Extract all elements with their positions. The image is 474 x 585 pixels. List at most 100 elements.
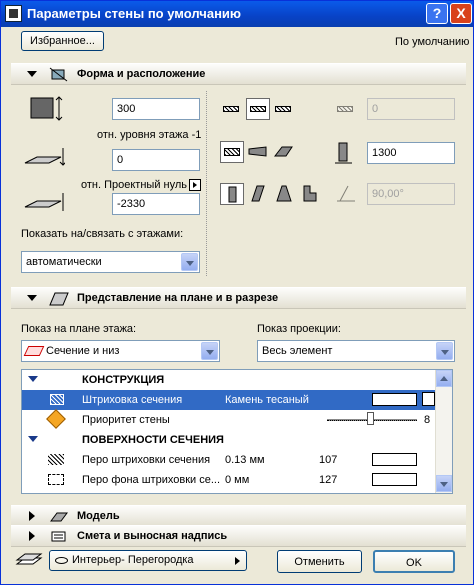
section-title-listing: Смета и выносная надпись (77, 530, 228, 542)
cancel-button[interactable]: Отменить (277, 550, 362, 573)
layers-icon (15, 550, 43, 573)
floor-plan-display-select[interactable]: Сечение и низ (21, 340, 220, 362)
row-pen-number: 127 (319, 474, 338, 486)
wall-double-slanted-icon[interactable] (272, 183, 296, 205)
dropdown-arrow-icon[interactable] (436, 342, 453, 360)
row-name: Приоритет стены (82, 414, 170, 426)
fill-picker-button[interactable] (422, 392, 435, 406)
show-projection-select[interactable]: Весь элемент (257, 340, 455, 362)
expand-triangle-icon[interactable] (29, 531, 35, 541)
elevation-icon (23, 191, 65, 216)
window-title: Параметры стены по умолчанию (27, 6, 242, 21)
slant-angle-input[interactable]: 90,00° (367, 183, 455, 205)
wall-slanted-icon[interactable] (246, 183, 270, 205)
section-title-form: Форма и расположение (77, 68, 206, 80)
section-title-model: Модель (77, 510, 120, 522)
wall-trapezoid-icon[interactable] (246, 141, 270, 163)
dropdown-arrow-icon[interactable] (181, 253, 198, 271)
reference-line-outside-icon[interactable] (220, 98, 244, 120)
floor-plan-display-label: Показ на плане этажа: (21, 323, 137, 335)
eye-icon (55, 557, 68, 564)
wall-height-input[interactable]: 300 (112, 98, 200, 120)
floor-plan-display-value: Сечение и низ (46, 345, 120, 357)
collapse-triangle-icon[interactable] (28, 436, 38, 442)
layer-value: Интерьер- Перегородка (72, 554, 194, 566)
group-header-row[interactable]: ПОВЕРХНОСТИ СЕЧЕНИЯ (22, 430, 435, 450)
wall-straight-icon[interactable] (220, 141, 244, 163)
wall-settings-dialog: Параметры стены по умолчанию ? X Избранн… (0, 0, 474, 585)
row-value: 0 мм (225, 474, 250, 486)
fill-preview (372, 393, 417, 406)
row-pen-number: 107 (319, 454, 338, 466)
reference-line-center-icon[interactable] (246, 98, 270, 120)
section-title-plan: Представление на плане и в разрезе (77, 292, 279, 304)
group-title: ПОВЕРХНОСТИ СЕЧЕНИЯ (82, 434, 224, 446)
wall-polygon-icon[interactable] (272, 141, 296, 163)
model-icon (49, 509, 69, 524)
wall-profile-icon[interactable] (298, 183, 322, 205)
scroll-down-icon[interactable] (436, 475, 452, 492)
pen-icon (48, 454, 64, 465)
help-button[interactable]: ? (426, 3, 448, 24)
close-button[interactable]: X (450, 3, 472, 24)
row-value: Камень тесаный (225, 394, 309, 406)
reference-line-inside-icon[interactable] (272, 98, 296, 120)
reference-offset-input[interactable]: 0 (367, 98, 455, 120)
show-on-stories-label: Показать на/связать с этажами: (21, 228, 184, 240)
show-projection-label: Показ проекции: (257, 323, 341, 335)
reference-level-arrow-icon[interactable] (189, 179, 201, 191)
wall-vertical-icon[interactable] (220, 183, 244, 205)
base-offset-icon (23, 147, 67, 172)
pen-color-swatch[interactable] (372, 473, 417, 486)
wall-thickness-icon (334, 139, 354, 168)
table-row[interactable]: Штриховка сечения Камень тесаный (22, 390, 435, 410)
collapse-triangle-icon[interactable] (27, 295, 37, 301)
scroll-up-icon[interactable] (436, 370, 452, 387)
group-title: КОНСТРУКЦИЯ (82, 374, 165, 386)
collapse-triangle-icon[interactable] (27, 71, 37, 77)
dropdown-arrow-icon[interactable] (201, 342, 218, 360)
ok-button[interactable]: OK (373, 550, 455, 573)
row-name: Перо штриховки сечения (82, 454, 211, 466)
column-divider (206, 91, 207, 276)
wall-thickness-input[interactable]: 1300 (367, 142, 455, 164)
pen-color-swatch[interactable] (372, 453, 417, 466)
row-value: 0.13 мм (225, 454, 265, 466)
table-row[interactable]: Приоритет стены 8 (22, 409, 435, 430)
section-header-listing[interactable]: Смета и выносная надпись (11, 525, 466, 547)
section-header-form[interactable]: Форма и расположение (11, 63, 466, 85)
pen-icon (48, 474, 64, 485)
show-on-stories-select[interactable]: автоматически (21, 251, 200, 273)
section-header-plan[interactable]: Представление на плане и в разрезе (11, 287, 466, 309)
chevron-right-icon (235, 557, 240, 565)
project-zero-label: отн. Проектный нуль (81, 179, 187, 191)
listing-icon (49, 529, 69, 544)
cut-and-below-icon (23, 346, 45, 356)
priority-value: 8 (424, 414, 431, 426)
settings-table: КОНСТРУКЦИЯ Штриховка сечения Камень тес… (21, 369, 453, 494)
base-story-label: отн. уровня этажа -1 (97, 129, 202, 141)
favorites-button[interactable]: Избранное... (21, 31, 104, 51)
table-row[interactable]: Перо штриховки сечения 0.13 мм 107 (22, 450, 435, 470)
group-header-row[interactable]: КОНСТРУКЦИЯ (22, 370, 435, 390)
priority-icon (46, 409, 66, 429)
priority-slider-thumb[interactable] (367, 412, 374, 425)
layer-select-button[interactable]: Интерьер- Перегородка (49, 550, 247, 571)
default-label: По умолчанию (395, 36, 470, 48)
title-bar: Параметры стены по умолчанию ? X (1, 1, 473, 27)
collapse-triangle-icon[interactable] (28, 376, 38, 382)
show-projection-value: Весь элемент (262, 345, 333, 357)
base-offset-input[interactable]: 0 (112, 149, 200, 171)
floor-plan-icon (49, 291, 69, 306)
expand-triangle-icon[interactable] (29, 511, 35, 521)
elevation-input[interactable]: -2330 (112, 193, 200, 215)
section-header-model[interactable]: Модель (11, 505, 466, 527)
slant-angle-icon (334, 183, 358, 205)
reference-offset-icon (334, 98, 358, 120)
wall-geometry-icon (49, 67, 69, 82)
row-name: Штриховка сечения (82, 394, 183, 406)
wall-height-icon (29, 96, 63, 125)
table-row[interactable]: Перо фона штриховки се... 0 мм 127 (22, 470, 435, 490)
table-scrollbar[interactable] (435, 370, 452, 493)
fill-pattern-icon (50, 394, 64, 405)
